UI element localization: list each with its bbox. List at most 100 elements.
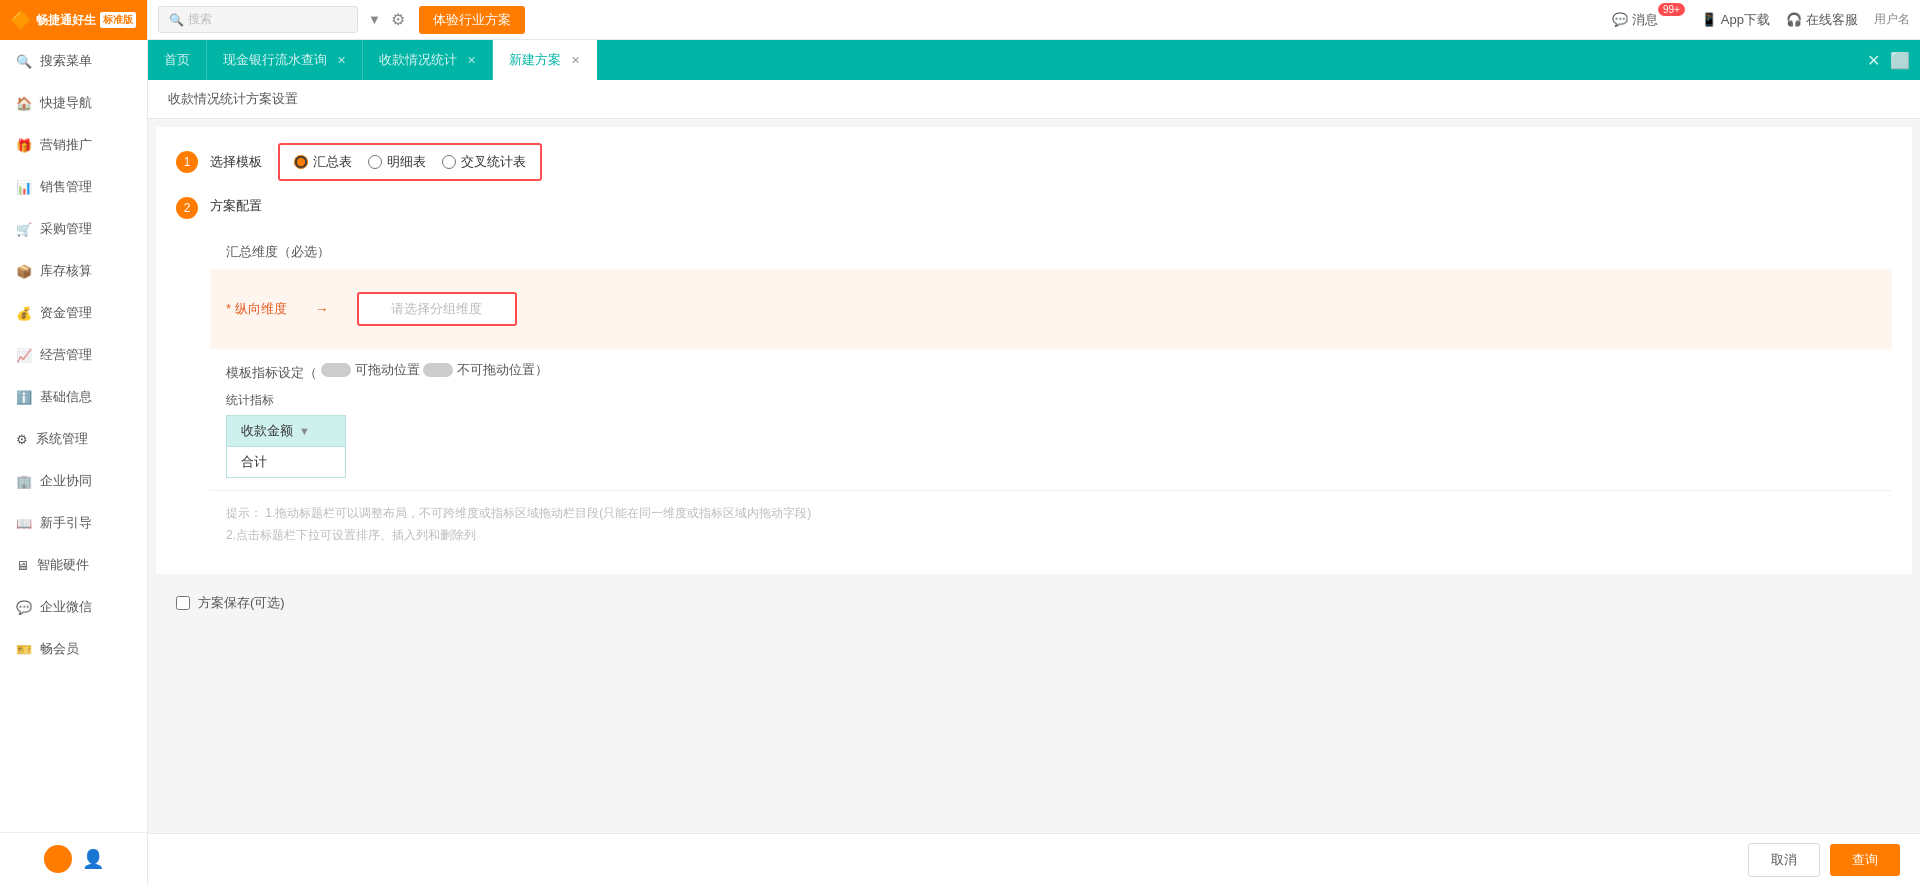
- metrics-table: 收款金额 ▼ 合计: [226, 415, 346, 478]
- metrics-section: 模板指标设定（ 可拖动位置 不可拖动位置） 统计指标: [210, 349, 1892, 490]
- draggable-label: 可拖动位置: [355, 361, 420, 379]
- metrics-dropdown-icon[interactable]: ▼: [299, 425, 310, 437]
- radio-cross[interactable]: 交叉统计表: [442, 153, 526, 171]
- box-icon: 📦: [16, 264, 32, 279]
- sidebar-item-management[interactable]: 📈 经营管理: [0, 334, 147, 376]
- app-download-button[interactable]: 📱 App下载: [1701, 11, 1770, 29]
- wechat-icon: 💬: [16, 600, 32, 615]
- tabbar: 首页 现金银行流水查询 ✕ 收款情况统计 ✕ 新建方案 ✕ ✕ ⬜: [148, 40, 1920, 80]
- footer: 取消 查询: [148, 833, 1920, 885]
- template-selection-box: 汇总表 明细表 交叉统计表: [278, 143, 542, 181]
- logo-text: 畅捷通好生: [36, 12, 96, 29]
- search-topbar-icon: 🔍: [169, 13, 184, 27]
- notification-label: 消息: [1632, 11, 1658, 29]
- gear-sidebar-icon: ⚙: [16, 432, 28, 447]
- sidebar-item-hardware[interactable]: 🖥 智能硬件: [0, 544, 147, 586]
- radio-summary-label: 汇总表: [313, 153, 352, 171]
- trend-icon: 📈: [16, 348, 32, 363]
- step2-number: 2: [176, 197, 198, 219]
- download-icon: 📱: [1701, 12, 1717, 27]
- search-placeholder-text: 搜索: [188, 11, 212, 28]
- member-icon: 🎫: [16, 642, 32, 657]
- sidebar-logo: 🔶 畅捷通好生 标准版: [0, 0, 147, 40]
- cancel-button[interactable]: 取消: [1748, 843, 1820, 877]
- tab-receipts-close-icon[interactable]: ✕: [467, 54, 476, 67]
- draggable-indicator: 可拖动位置: [321, 361, 420, 379]
- money-icon: 💰: [16, 306, 32, 321]
- settings-gear-icon[interactable]: ⚙: [391, 10, 405, 29]
- sidebar-item-purchase[interactable]: 🛒 采购管理: [0, 208, 147, 250]
- tab-cashflow[interactable]: 现金银行流水查询 ✕: [207, 40, 363, 80]
- message-icon: 💬: [1612, 12, 1628, 27]
- radio-detail-input[interactable]: [368, 155, 382, 169]
- tips-section: 提示： 1.拖动标题栏可以调整布局，不可跨维度或指标区域拖动栏目段(只能在同一维…: [210, 490, 1892, 558]
- tab-receipts[interactable]: 收款情况统计 ✕: [363, 40, 493, 80]
- book-icon: 📖: [16, 516, 32, 531]
- radio-detail-label: 明细表: [387, 153, 426, 171]
- sidebar-user-icon: 👤: [82, 848, 104, 870]
- dropdown-arrow-icon: ▼: [368, 12, 381, 27]
- radio-detail[interactable]: 明细表: [368, 153, 426, 171]
- sidebar-item-enterprise[interactable]: 🏢 企业协同: [0, 460, 147, 502]
- sidebar-item-member[interactable]: 🎫 畅会员: [0, 628, 147, 670]
- vertical-dimension-label: * 纵向维度: [226, 300, 287, 318]
- building-icon: 🏢: [16, 474, 32, 489]
- sidebar-item-basic-info[interactable]: ℹ️ 基础信息: [0, 376, 147, 418]
- main-area: 🔍 搜索 ▼ ⚙ 体验行业方案 💬 消息 99+ 📱 App下载 🎧 在线客服 …: [148, 0, 1920, 885]
- tab-cashflow-label: 现金银行流水查询: [223, 51, 327, 69]
- radio-summary[interactable]: 汇总表: [294, 153, 352, 171]
- content-area: 收款情况统计方案设置 1 选择模板 汇总表 明细表: [148, 80, 1920, 833]
- metrics-table-header: 收款金额 ▼: [227, 416, 345, 447]
- tab-expand-icon[interactable]: ⬜: [1890, 51, 1910, 70]
- tabbar-right: ✕ ⬜: [1857, 40, 1920, 80]
- dimension-title: 汇总维度（必选）: [226, 244, 330, 259]
- sidebar-item-system[interactable]: ⚙ 系统管理: [0, 418, 147, 460]
- config-wrapper: 汇总维度（必选） * 纵向维度 → 请选择分组维度 模板指标设定（ 可拖动位置: [210, 235, 1892, 558]
- template-radio-group: 汇总表 明细表 交叉统计表: [294, 153, 526, 171]
- dimension-arrow-icon: →: [315, 301, 329, 317]
- radio-cross-input[interactable]: [442, 155, 456, 169]
- step1-number: 1: [176, 151, 198, 173]
- step1-row: 1 选择模板 汇总表 明细表 交叉统计表: [176, 143, 1892, 181]
- metrics-header: 模板指标设定（ 可拖动位置 不可拖动位置）: [226, 361, 1876, 382]
- sidebar-item-finance[interactable]: 💰 资金管理: [0, 292, 147, 334]
- metrics-table-total-row: 合计: [227, 447, 345, 477]
- breadcrumb: 收款情况统计方案设置: [168, 91, 298, 106]
- tab-home[interactable]: 首页: [148, 40, 207, 80]
- info-icon: ℹ️: [16, 390, 32, 405]
- sidebar-bottom: 👤: [0, 832, 147, 885]
- tab-cashflow-close-icon[interactable]: ✕: [337, 54, 346, 67]
- sidebar-item-sales[interactable]: 📊 销售管理: [0, 166, 147, 208]
- sidebar-item-search[interactable]: 🔍 搜索菜单: [0, 40, 147, 82]
- dimension-area: * 纵向维度 → 请选择分组维度: [210, 269, 1892, 349]
- tab-close-window-icon[interactable]: ✕: [1867, 51, 1880, 70]
- save-plan-checkbox[interactable]: [176, 596, 190, 610]
- search-menu-icon: 🔍: [16, 54, 32, 69]
- notification-button[interactable]: 💬 消息 99+: [1612, 11, 1685, 29]
- trial-industry-button[interactable]: 体验行业方案: [419, 6, 525, 34]
- tab-receipts-label: 收款情况统计: [379, 51, 457, 69]
- query-button[interactable]: 查询: [1830, 844, 1900, 876]
- monitor-icon: 🖥: [16, 558, 29, 573]
- sidebar-item-inventory[interactable]: 📦 库存核算: [0, 250, 147, 292]
- dimension-title-row: 汇总维度（必选）: [210, 235, 1892, 269]
- sidebar-item-wechat[interactable]: 💬 企业微信: [0, 586, 147, 628]
- toggle-non-draggable-icon: [423, 363, 453, 377]
- sidebar-avatar: [44, 845, 72, 873]
- topbar: 🔍 搜索 ▼ ⚙ 体验行业方案 💬 消息 99+ 📱 App下载 🎧 在线客服 …: [148, 0, 1920, 40]
- tab-new-plan-close-icon[interactable]: ✕: [571, 54, 580, 67]
- step1-label: 选择模板: [210, 153, 262, 171]
- stat-indicator-label: 统计指标: [226, 392, 1876, 409]
- home-icon: 🏠: [16, 96, 32, 111]
- topbar-right: 💬 消息 99+ 📱 App下载 🎧 在线客服 用户名: [1612, 11, 1910, 29]
- sidebar-item-marketing[interactable]: 🎁 营销推广: [0, 124, 147, 166]
- radio-summary-input[interactable]: [294, 155, 308, 169]
- sidebar-item-guide[interactable]: 📖 新手引导: [0, 502, 147, 544]
- online-service-button[interactable]: 🎧 在线客服: [1786, 11, 1858, 29]
- gift-icon: 🎁: [16, 138, 32, 153]
- tab-new-plan-label: 新建方案: [509, 51, 561, 69]
- radio-cross-label: 交叉统计表: [461, 153, 526, 171]
- dimension-select-placeholder[interactable]: 请选择分组维度: [357, 292, 517, 326]
- tab-new-plan[interactable]: 新建方案 ✕: [493, 40, 597, 80]
- sidebar-item-nav[interactable]: 🏠 快捷导航: [0, 82, 147, 124]
